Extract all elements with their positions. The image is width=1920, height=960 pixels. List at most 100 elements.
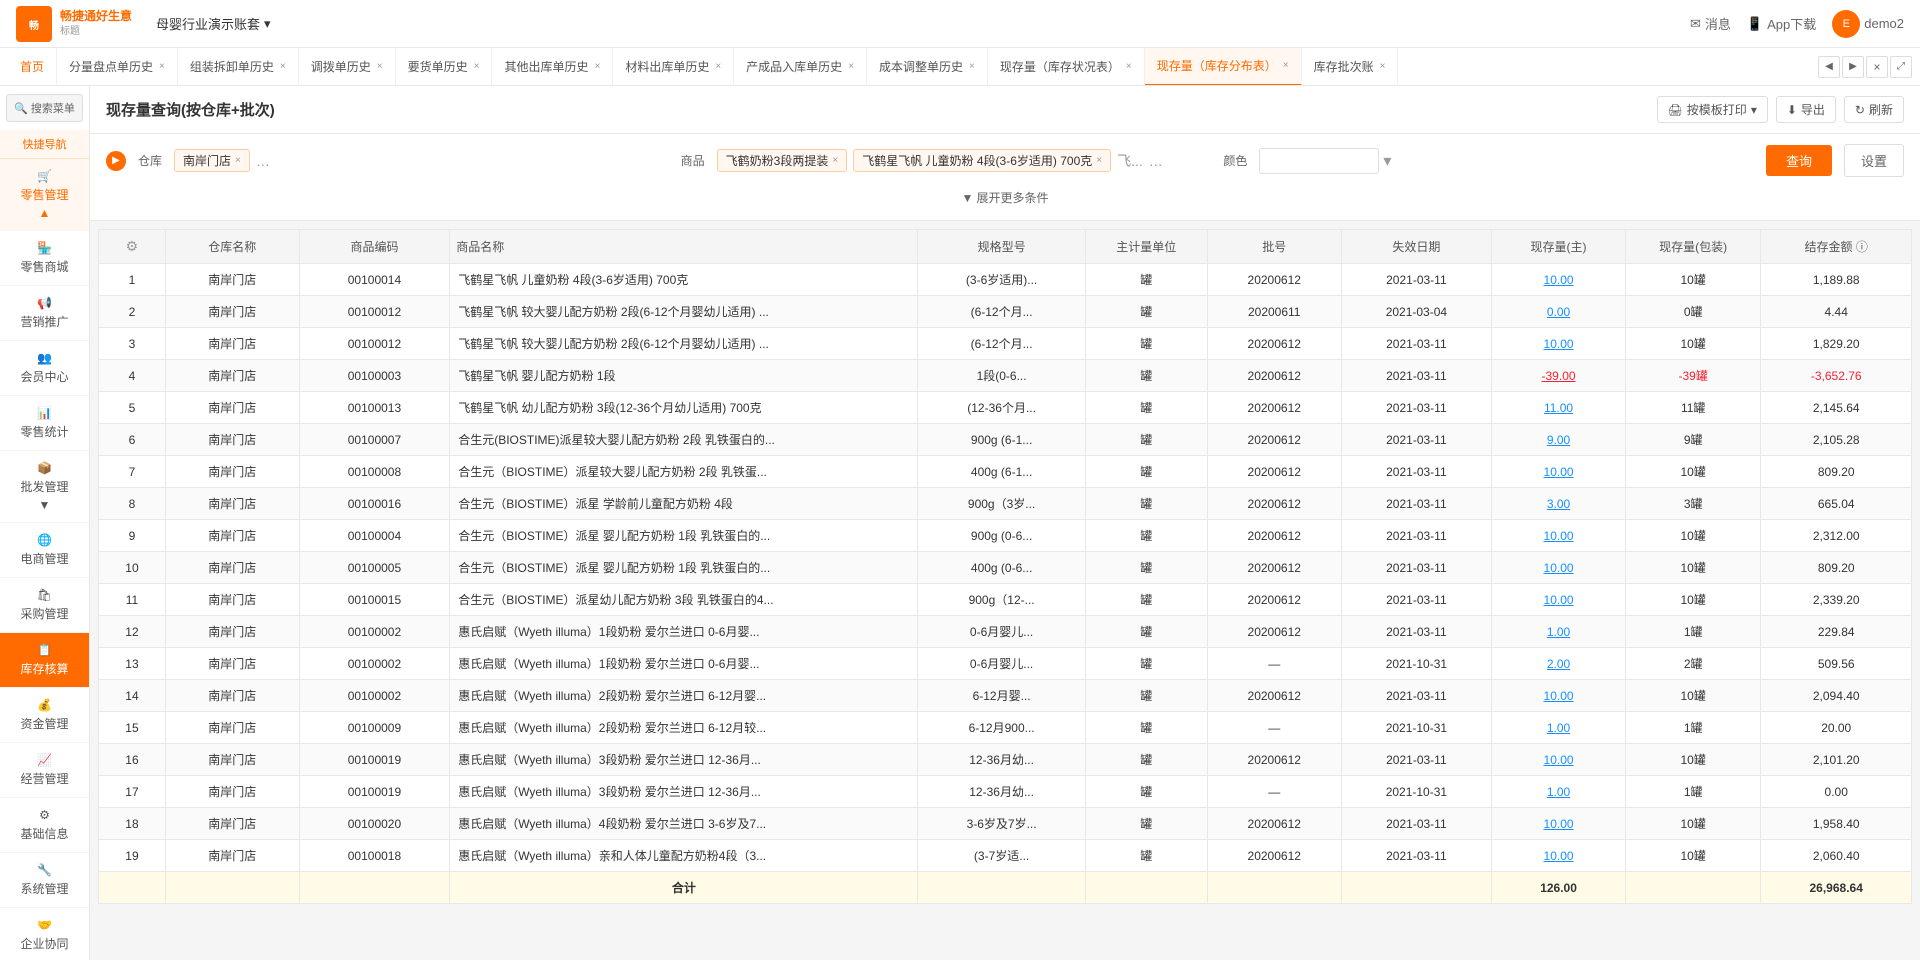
tab-other[interactable]: 其他出库单历史 ×	[492, 48, 613, 86]
search-menu-area: 🔍 搜索菜单	[0, 86, 89, 130]
table-settings-icon[interactable]: ⚙	[126, 238, 139, 254]
color-input[interactable]	[1259, 148, 1379, 174]
tab-prev-btn[interactable]: ◀	[1818, 56, 1840, 78]
color-dropdown-icon[interactable]: ▾	[1383, 151, 1391, 171]
expand-more-btn[interactable]: ▼ 展开更多条件	[962, 189, 1049, 206]
total-empty-1	[99, 872, 166, 904]
sidebar-item-marketing[interactable]: 📢 营销推广	[0, 286, 89, 341]
refresh-icon: ↻	[1855, 103, 1865, 117]
th-pkg: 现存量(包装)	[1625, 230, 1760, 264]
sidebar: 🔍 搜索菜单 快捷导航 🛒 零售管理 ▲ 🏪 零售商城 📢 营销推广 👥 会员中…	[0, 86, 90, 960]
cell-qty-2: 10.00	[1492, 328, 1626, 360]
tab-tiao[interactable]: 调拨单历史 ×	[299, 48, 396, 86]
cell-amount-13: 2,094.40	[1761, 680, 1912, 712]
settings-btn[interactable]: 设置	[1844, 144, 1904, 177]
expand-more-label: 展开更多条件	[976, 189, 1048, 206]
close-tab-product[interactable]: ×	[848, 61, 854, 72]
sidebar-item-base[interactable]: ⚙ 基础信息	[0, 798, 89, 853]
sidebar-item-stats-label: 零售统计	[20, 423, 68, 440]
logo-area: 畅 畅捷通好生意 标题 母婴行业演示账套 ▾	[16, 6, 271, 42]
refresh-btn[interactable]: ↻ 刷新	[1844, 96, 1904, 123]
sidebar-item-system[interactable]: 🔧 系统管理	[0, 853, 89, 908]
tab-close-all-btn[interactable]: ×	[1866, 56, 1888, 78]
sidebar-item-shop[interactable]: 🏪 零售商城	[0, 231, 89, 286]
close-tab-zu[interactable]: ×	[280, 61, 286, 72]
close-tab-tiao[interactable]: ×	[377, 61, 383, 72]
total-pkg	[1625, 872, 1760, 904]
cell-name-7: 合生元（BIOSTIME）派星 学龄前儿童配方奶粉 4段	[450, 488, 918, 520]
tab-material[interactable]: 材料出库单历史 ×	[613, 48, 734, 86]
th-sku: 商品编码	[299, 230, 450, 264]
cell-name-8: 合生元（BIOSTIME）派星 婴儿配方奶粉 1段 乳铁蛋白的...	[450, 520, 918, 552]
tab-bulk[interactable]: 库存批次账 ×	[1302, 48, 1399, 86]
cell-amount-9: 809.20	[1761, 552, 1912, 584]
tab-zu[interactable]: 组装拆卸单历史 ×	[178, 48, 299, 86]
tab-fen[interactable]: 分量盘点单历史 ×	[57, 48, 178, 86]
close-tab-material[interactable]: ×	[715, 61, 721, 72]
query-btn[interactable]: 查询	[1766, 145, 1832, 176]
message-btn[interactable]: ✉ 消息	[1690, 14, 1731, 33]
print-icon: 🖨	[1668, 103, 1683, 117]
sidebar-item-member[interactable]: 👥 会员中心	[0, 341, 89, 396]
cell-sku-3: 00100003	[299, 360, 450, 392]
cell-spec-6: 400g (6-1...	[918, 456, 1085, 488]
cell-spec-11: 0-6月婴儿...	[918, 616, 1085, 648]
account-selector[interactable]: 母婴行业演示账套 ▾	[156, 14, 271, 33]
cell-warehouse-15: 南岸门店	[165, 744, 299, 776]
toggle-expand-btn[interactable]: ▶	[106, 151, 126, 171]
close-tab-yao[interactable]: ×	[474, 61, 480, 72]
cell-num-2: 3	[99, 328, 166, 360]
cell-pkg-9: 10罐	[1625, 552, 1760, 584]
user-area[interactable]: E demo2	[1832, 10, 1904, 38]
close-tab-xian2[interactable]: ×	[1283, 60, 1289, 71]
goods-tag-2-close[interactable]: ×	[1096, 155, 1102, 166]
tab-next-btn[interactable]: ▶	[1842, 56, 1864, 78]
cell-amount-4: 2,145.64	[1761, 392, 1912, 424]
goods-tag-1-close[interactable]: ×	[832, 155, 838, 166]
close-tab-other[interactable]: ×	[594, 61, 600, 72]
cell-spec-8: 900g (0-6...	[918, 520, 1085, 552]
cell-batch-3: 20200612	[1207, 360, 1341, 392]
cell-expire-3: 2021-03-11	[1341, 360, 1492, 392]
sidebar-item-inventory[interactable]: 📋 库存核算	[0, 633, 89, 688]
search-menu-btn[interactable]: 🔍 搜索菜单	[6, 94, 83, 122]
cell-sku-11: 00100002	[299, 616, 450, 648]
tab-xian2[interactable]: 现存量（库存分布表） ×	[1145, 48, 1302, 86]
warehouse-tag-close[interactable]: ×	[235, 155, 241, 166]
cell-sku-18: 00100018	[299, 840, 450, 872]
close-tab-bulk[interactable]: ×	[1380, 61, 1386, 72]
close-tab-fen[interactable]: ×	[159, 61, 165, 72]
goods-more-dots[interactable]: …	[1149, 153, 1163, 169]
export-btn[interactable]: ⬇ 导出	[1776, 96, 1836, 123]
close-tab-xian1[interactable]: ×	[1126, 61, 1132, 72]
cell-unit-0: 罐	[1085, 264, 1207, 296]
sidebar-item-finance[interactable]: 💰 资金管理	[0, 688, 89, 743]
cell-warehouse-3: 南岸门店	[165, 360, 299, 392]
cell-sku-2: 00100012	[299, 328, 450, 360]
cell-amount-2: 1,829.20	[1761, 328, 1912, 360]
cell-expire-2: 2021-03-11	[1341, 328, 1492, 360]
sidebar-item-retail[interactable]: 🛒 零售管理 ▲	[0, 159, 89, 231]
sidebar-item-wholesale[interactable]: 📦 批发管理 ▼	[0, 451, 89, 523]
cell-num-16: 17	[99, 776, 166, 808]
close-tab-cost[interactable]: ×	[969, 61, 975, 72]
tab-home[interactable]: 首页	[8, 48, 57, 86]
sidebar-item-collab[interactable]: 🤝 企业协同	[0, 908, 89, 960]
tab-product[interactable]: 产成品入库单历史 ×	[734, 48, 867, 86]
tab-cost[interactable]: 成本调整单历史 ×	[867, 48, 988, 86]
warehouse-more[interactable]: …	[256, 153, 270, 169]
tab-xian1[interactable]: 现存量（库存状况表） ×	[988, 48, 1145, 86]
tab-maximize-btn[interactable]: ⤢	[1890, 56, 1912, 78]
app-download-btn[interactable]: 📱 App下载	[1747, 14, 1816, 33]
expand-more-row: ▼ 展开更多条件	[106, 185, 1904, 210]
cell-warehouse-11: 南岸门店	[165, 616, 299, 648]
sidebar-item-ops[interactable]: 📈 经营管理	[0, 743, 89, 798]
quick-nav-btn[interactable]: 快捷导航	[0, 130, 89, 159]
warehouse-tag-text: 南岸门店	[183, 152, 231, 169]
dropdown-arrow-icon: ▾	[264, 16, 271, 32]
sidebar-item-stats[interactable]: 📊 零售统计	[0, 396, 89, 451]
sidebar-item-purchase[interactable]: 🛍 采购管理	[0, 578, 89, 633]
sidebar-item-ecom[interactable]: 🌐 电商管理	[0, 523, 89, 578]
template-print-btn[interactable]: 🖨 按模板打印 ▾	[1657, 96, 1768, 123]
tab-yao[interactable]: 要货单历史 ×	[396, 48, 493, 86]
